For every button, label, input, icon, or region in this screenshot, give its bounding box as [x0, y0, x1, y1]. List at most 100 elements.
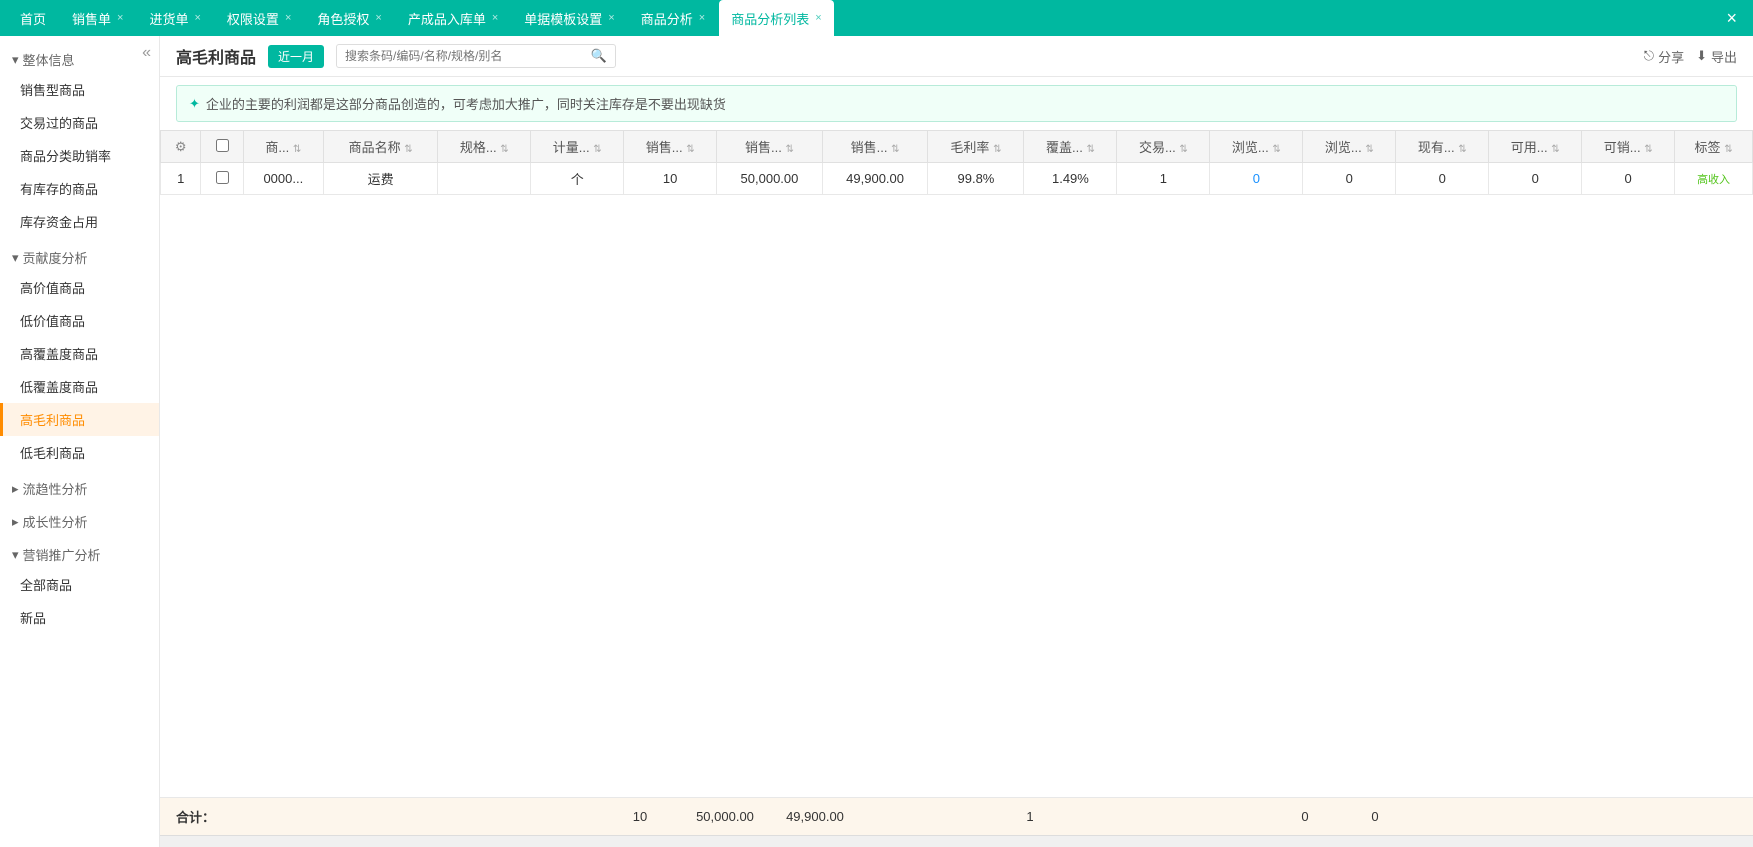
sidebar-item-4-0[interactable]: 全部商品 [0, 568, 159, 601]
sidebar-item-1-0[interactable]: 高价值商品 [0, 271, 159, 304]
sidebar-item-0-2[interactable]: 商品分类助销率 [0, 139, 159, 172]
footer-cell-4 [480, 809, 540, 824]
sort-icon-sales_cost: ⇅ [891, 144, 899, 155]
sidebar-item-4-1[interactable]: 新品 [0, 601, 159, 634]
col-header-browse2[interactable]: 浏览... ⇅ [1303, 131, 1396, 163]
nav-tab-close-6[interactable]: × [608, 12, 614, 24]
sort-icon-browse2: ⇅ [1365, 144, 1373, 155]
footer-cell-15: 0 [1270, 809, 1340, 824]
share-button[interactable]: ⎋ 分享 [1644, 47, 1684, 66]
export-button[interactable]: ⬇ 导出 [1696, 47, 1737, 66]
table-row: 10000...运费个1050,000.0049,900.0099.8%1.49… [161, 163, 1753, 195]
nav-tab-close-3[interactable]: × [285, 12, 291, 24]
nav-tab-3[interactable]: 权限设置× [215, 0, 303, 36]
col-header-gross_margin[interactable]: 毛利率 ⇅ [928, 131, 1024, 163]
nav-tab-close-4[interactable]: × [375, 12, 381, 24]
nav-tab-6[interactable]: 单据模板设置× [512, 0, 626, 36]
col-header-name[interactable]: 商品名称 ⇅ [323, 131, 437, 163]
group-arrow-icon-4: ▾ [12, 547, 19, 563]
group-arrow-icon-0: ▾ [12, 52, 19, 68]
footer-cell-5 [540, 809, 600, 824]
nav-tab-close-8[interactable]: × [815, 12, 821, 24]
sidebar-item-1-5[interactable]: 低毛利商品 [0, 436, 159, 469]
col-header-tag[interactable]: 标签 ⇅ [1675, 131, 1753, 163]
col-header-checkbox[interactable] [201, 131, 243, 163]
nav-tab-8[interactable]: 商品分析列表× [719, 0, 833, 36]
nav-tab-close-2[interactable]: × [194, 12, 200, 24]
nav-tab-5[interactable]: 产成品入库单× [396, 0, 510, 36]
sort-icon-sales_qty: ⇅ [686, 144, 694, 155]
top-navigation: 首页销售单×进货单×权限设置×角色授权×产成品入库单×单据模板设置×商品分析×商… [0, 0, 1753, 36]
col-header-code[interactable]: 商... ⇅ [243, 131, 323, 163]
cell-spec [438, 163, 531, 195]
col-header-sellable_stock[interactable]: 可销... ⇅ [1582, 131, 1675, 163]
cell-unit: 个 [531, 163, 624, 195]
search-icon[interactable]: 🔍 [591, 48, 607, 64]
sidebar-item-1-2[interactable]: 高覆盖度商品 [0, 337, 159, 370]
col-header-browse1[interactable]: 浏览... ⇅ [1210, 131, 1303, 163]
sidebar-group-4[interactable]: ▾营销推广分析 [0, 535, 159, 568]
footer-cell-16: 0 [1340, 809, 1410, 824]
sidebar-item-1-4[interactable]: 高毛利商品 [0, 403, 159, 436]
sort-icon-sellable_stock: ⇅ [1644, 144, 1652, 155]
footer-cell-13 [1130, 809, 1200, 824]
col-header-unit[interactable]: 计量... ⇅ [531, 131, 624, 163]
sort-icon-unit: ⇅ [593, 144, 601, 155]
cell-transaction: 1 [1117, 163, 1210, 195]
nav-tab-close-5[interactable]: × [492, 12, 498, 24]
col-header-sales_cost[interactable]: 销售... ⇅ [822, 131, 928, 163]
col-header-current_stock[interactable]: 现有... ⇅ [1396, 131, 1489, 163]
footer-cell-14 [1200, 809, 1270, 824]
col-header-settings[interactable]: ⚙ [161, 131, 201, 163]
sidebar-item-0-1[interactable]: 交易过的商品 [0, 106, 159, 139]
sidebar-item-0-0[interactable]: 销售型商品 [0, 73, 159, 106]
sort-icon-spec: ⇅ [500, 144, 508, 155]
nav-tab-close-7[interactable]: × [699, 12, 705, 24]
cell-sales_cost: 49,900.00 [822, 163, 928, 195]
footer-label: 合计： [176, 807, 256, 826]
col-header-available_stock[interactable]: 可用... ⇅ [1489, 131, 1582, 163]
sidebar-group-2[interactable]: ▸流趋性分析 [0, 469, 159, 502]
group-arrow-icon-1: ▾ [12, 250, 19, 266]
nav-tab-2[interactable]: 进货单× [137, 0, 212, 36]
cell-code: 0000... [243, 163, 323, 195]
sidebar-item-0-3[interactable]: 有库存的商品 [0, 172, 159, 205]
page-title: 高毛利商品 [176, 44, 256, 68]
sidebar-collapse-btn[interactable]: « [142, 44, 151, 62]
header-actions: ⎋ 分享 ⬇ 导出 [1644, 47, 1737, 66]
sidebar-item-1-3[interactable]: 低覆盖度商品 [0, 370, 159, 403]
horizontal-scrollbar[interactable] [160, 835, 1753, 847]
link-browse1[interactable]: 0 [1253, 171, 1260, 186]
nav-tab-7[interactable]: 商品分析× [629, 0, 717, 36]
close-all-tabs[interactable]: × [1718, 8, 1745, 29]
col-header-sales_amount[interactable]: 销售... ⇅ [717, 131, 823, 163]
main-layout: « ▾整体信息销售型商品交易过的商品商品分类助销率有库存的商品库存资金占用▾贡献… [0, 36, 1753, 847]
col-header-transaction[interactable]: 交易... ⇅ [1117, 131, 1210, 163]
sidebar-group-1[interactable]: ▾贡献度分析 [0, 238, 159, 271]
footer-cell-1 [292, 809, 320, 824]
footer-cell-0 [256, 809, 292, 824]
content-header: 高毛利商品 近一月 🔍 ⎋ 分享 ⬇ 导出 [160, 36, 1753, 77]
sidebar-group-0[interactable]: ▾整体信息 [0, 40, 159, 73]
sort-icon-name: ⇅ [404, 144, 412, 155]
nav-tab-0[interactable]: 首页 [8, 0, 58, 36]
nav-tab-4[interactable]: 角色授权× [305, 0, 393, 36]
cell-tag[interactable]: 高收入 [1675, 163, 1753, 195]
col-header-coverage[interactable]: 覆盖... ⇅ [1024, 131, 1117, 163]
col-header-sales_qty[interactable]: 销售... ⇅ [624, 131, 717, 163]
sidebar-item-0-4[interactable]: 库存资金占用 [0, 205, 159, 238]
table-footer: 合计： 1050,000.0049,900.00100 [160, 797, 1753, 835]
footer-cell-11: 1 [1000, 809, 1060, 824]
cell-gross_margin: 99.8% [928, 163, 1024, 195]
select-all-checkbox[interactable] [216, 139, 229, 152]
footer-cell-17 [1410, 809, 1470, 824]
sort-icon-available_stock: ⇅ [1551, 144, 1559, 155]
search-input[interactable] [345, 49, 585, 63]
nav-tab-1[interactable]: 销售单× [60, 0, 135, 36]
date-filter-button[interactable]: 近一月 [268, 45, 324, 68]
nav-tab-close-1[interactable]: × [117, 12, 123, 24]
col-header-spec[interactable]: 规格... ⇅ [438, 131, 531, 163]
sidebar-item-1-1[interactable]: 低价值商品 [0, 304, 159, 337]
cell-browse1[interactable]: 0 [1210, 163, 1303, 195]
sidebar-group-3[interactable]: ▸成长性分析 [0, 502, 159, 535]
